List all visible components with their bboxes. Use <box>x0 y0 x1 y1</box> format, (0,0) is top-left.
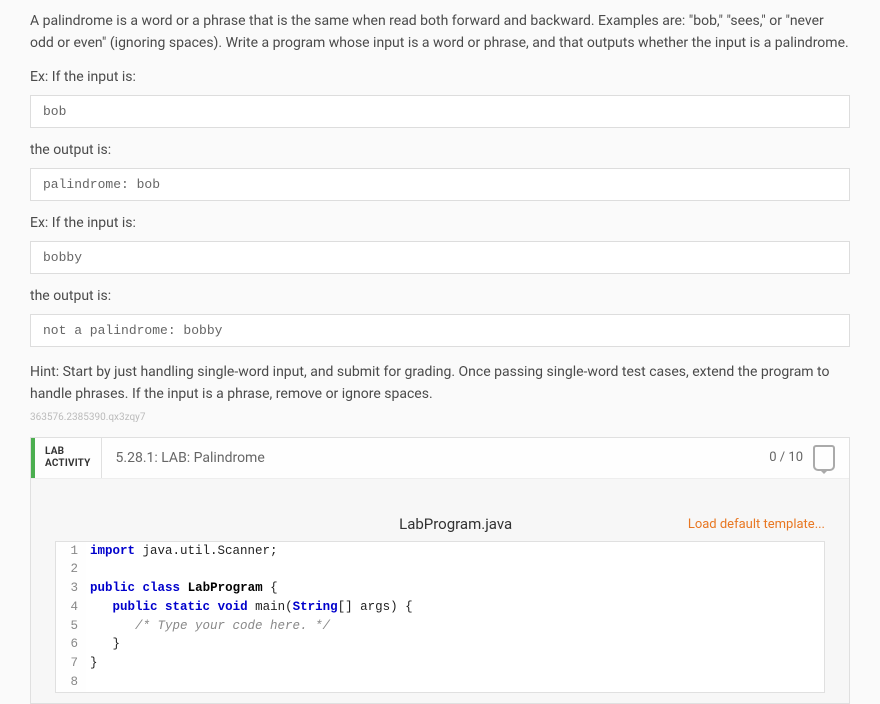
code-content[interactable]: public class LabProgram { <box>86 579 278 598</box>
badge-icon <box>813 445 835 471</box>
editor-line[interactable]: 8 <box>56 673 824 692</box>
line-number: 5 <box>56 617 86 636</box>
editor-line[interactable]: 7} <box>56 654 824 673</box>
lab-score-text: 0 / 10 <box>769 450 803 465</box>
code-content[interactable]: } <box>86 635 120 654</box>
editor-line[interactable]: 2 <box>56 560 824 579</box>
code-content[interactable] <box>86 673 90 692</box>
code-content[interactable] <box>86 560 90 579</box>
filename-label: LabProgram.java <box>399 515 512 533</box>
code-content[interactable]: } <box>86 654 98 673</box>
lab-card: LAB ACTIVITY 5.28.1: LAB: Palindrome 0 /… <box>30 437 850 704</box>
lab-score-area: 0 / 10 <box>755 438 849 478</box>
code-content[interactable]: public static void main(String[] args) { <box>86 598 413 617</box>
content-id: 363576.2385390.qx3zqy7 <box>30 412 850 423</box>
lab-activity-label: LAB ACTIVITY <box>35 438 102 478</box>
line-number: 2 <box>56 560 86 579</box>
code-content[interactable]: import java.util.Scanner; <box>86 542 278 561</box>
lab-title: 5.28.1: LAB: Palindrome <box>102 438 756 478</box>
problem-intro: A palindrome is a word or a phrase that … <box>30 10 850 55</box>
load-default-template-link[interactable]: Load default template... <box>688 517 825 532</box>
ex1-output-box: palindrome: bob <box>30 168 850 201</box>
line-number: 8 <box>56 673 86 692</box>
editor-line[interactable]: 1import java.util.Scanner; <box>56 542 824 561</box>
line-number: 3 <box>56 579 86 598</box>
lab-activity-line1: LAB <box>45 446 91 458</box>
line-number: 1 <box>56 542 86 561</box>
editor-line[interactable]: 5 /* Type your code here. */ <box>56 617 824 636</box>
hint-text: Hint: Start by just handling single-word… <box>30 361 850 406</box>
editor-line[interactable]: 3public class LabProgram { <box>56 579 824 598</box>
ex1-input-box: bob <box>30 95 850 128</box>
ex2-label: Ex: If the input is: <box>30 215 850 231</box>
editor-line[interactable]: 4 public static void main(String[] args)… <box>56 598 824 617</box>
line-number: 7 <box>56 654 86 673</box>
editor-line[interactable]: 6 } <box>56 635 824 654</box>
line-number: 4 <box>56 598 86 617</box>
lab-header: LAB ACTIVITY 5.28.1: LAB: Palindrome 0 /… <box>31 438 849 479</box>
lab-activity-line2: ACTIVITY <box>45 458 91 470</box>
ex2-output-box: not a palindrome: bobby <box>30 314 850 347</box>
line-number: 6 <box>56 635 86 654</box>
out1-label: the output is: <box>30 142 850 158</box>
lab-body: LabProgram.java Load default template...… <box>31 479 849 703</box>
ex1-label: Ex: If the input is: <box>30 69 850 85</box>
out2-label: the output is: <box>30 288 850 304</box>
file-header: LabProgram.java Load default template... <box>55 507 825 541</box>
code-content[interactable]: /* Type your code here. */ <box>86 617 330 636</box>
code-editor[interactable]: 1import java.util.Scanner;23public class… <box>55 541 825 693</box>
ex2-input-box: bobby <box>30 241 850 274</box>
